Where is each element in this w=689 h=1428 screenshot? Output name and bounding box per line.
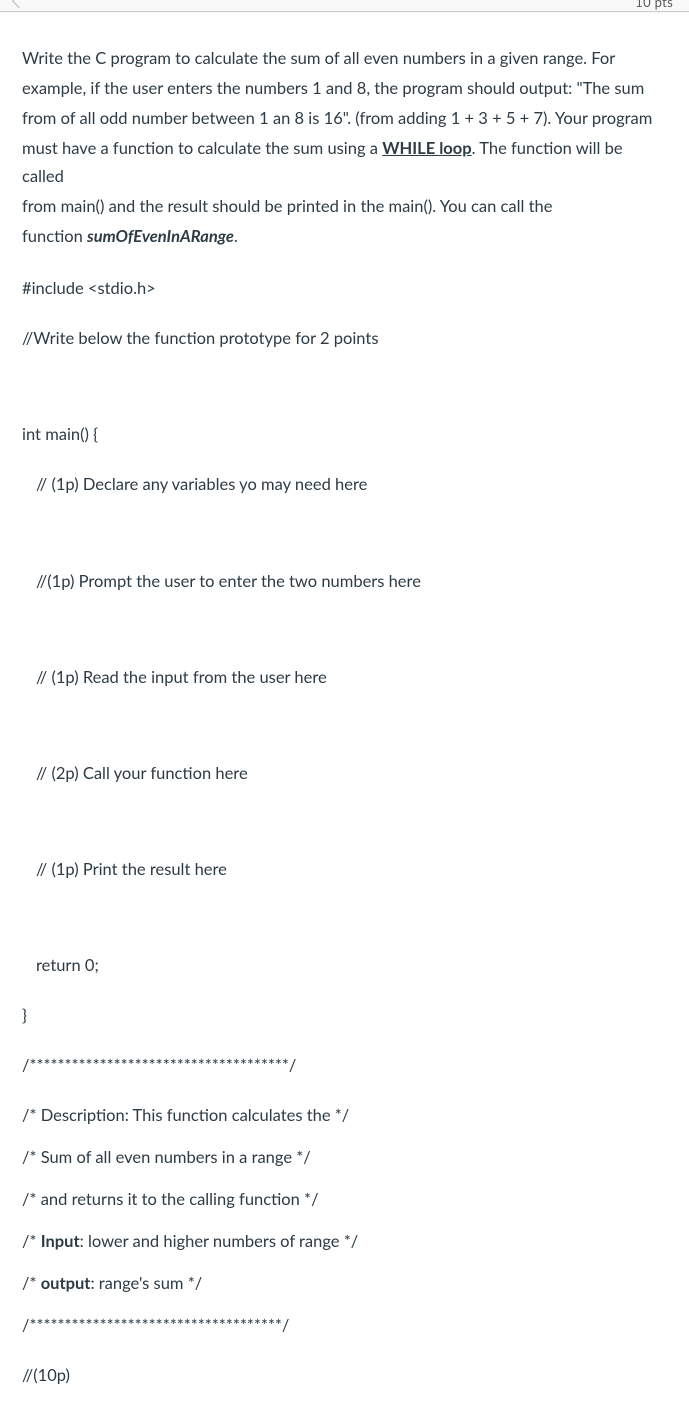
code-line: /* Input: lower and higher numbers of ra… (22, 1227, 667, 1255)
code-line: } (22, 1001, 667, 1029)
code-line: #include <stdio.h> (22, 274, 667, 302)
text-span: . (234, 226, 238, 246)
text-line: function sumOfEvenInARange. (22, 222, 667, 250)
prompt-paragraph: Write the C program to calculate the sum… (22, 44, 667, 250)
text-line: from main() and the result should be pri… (22, 192, 667, 220)
text-span: /* (22, 1273, 41, 1293)
code-line: /* Sum of all even numbers in a range */ (22, 1143, 667, 1171)
code-line: /************************************/ (22, 1311, 667, 1339)
chevron-left-icon (12, 0, 26, 8)
text-line: must have a function to calculate the su… (22, 134, 667, 190)
text-span: must have a function to calculate the su… (22, 138, 382, 158)
text-line: example, if the user enters the numbers … (22, 74, 667, 102)
code-line: // (1p) Read the input from the user her… (22, 663, 667, 691)
code-line: // (2p) Call your function here (22, 759, 667, 787)
bold-text: output (41, 1273, 91, 1293)
question-body: Write the C program to calculate the sum… (0, 12, 689, 1409)
code-line: //(1p) Prompt the user to enter the two … (22, 567, 667, 595)
text-line: from of all odd number between 1 an 8 is… (22, 104, 667, 132)
code-line: //(10p) (22, 1361, 667, 1389)
underline-bold: WHILE loop (382, 138, 471, 158)
code-line: return 0; (22, 951, 667, 979)
text-span: : range's sum */ (90, 1273, 202, 1293)
text-span: : lower and higher numbers of range */ (80, 1231, 359, 1251)
code-line: int main() { (22, 420, 667, 448)
text-line: Write the C program to calculate the sum… (22, 44, 667, 72)
points-label: 10 pts (635, 0, 673, 10)
code-line: /* and returns it to the calling functio… (22, 1185, 667, 1213)
code-line: //Write below the function prototype for… (22, 324, 667, 352)
code-line: // (1p) Declare any variables yo may nee… (22, 470, 667, 498)
bold-italic: sumOfEvenInARange (87, 226, 234, 246)
bold-text: Input (41, 1231, 80, 1251)
code-line: // (1p) Print the result here (22, 855, 667, 883)
top-divider: 10 pts (0, 0, 689, 12)
text-span: function (22, 226, 87, 246)
text-span: /* (22, 1231, 41, 1251)
code-line: /* Description: This function calculates… (22, 1101, 667, 1129)
code-line: /*************************************/ (22, 1051, 667, 1079)
code-line: /* output: range's sum */ (22, 1269, 667, 1297)
